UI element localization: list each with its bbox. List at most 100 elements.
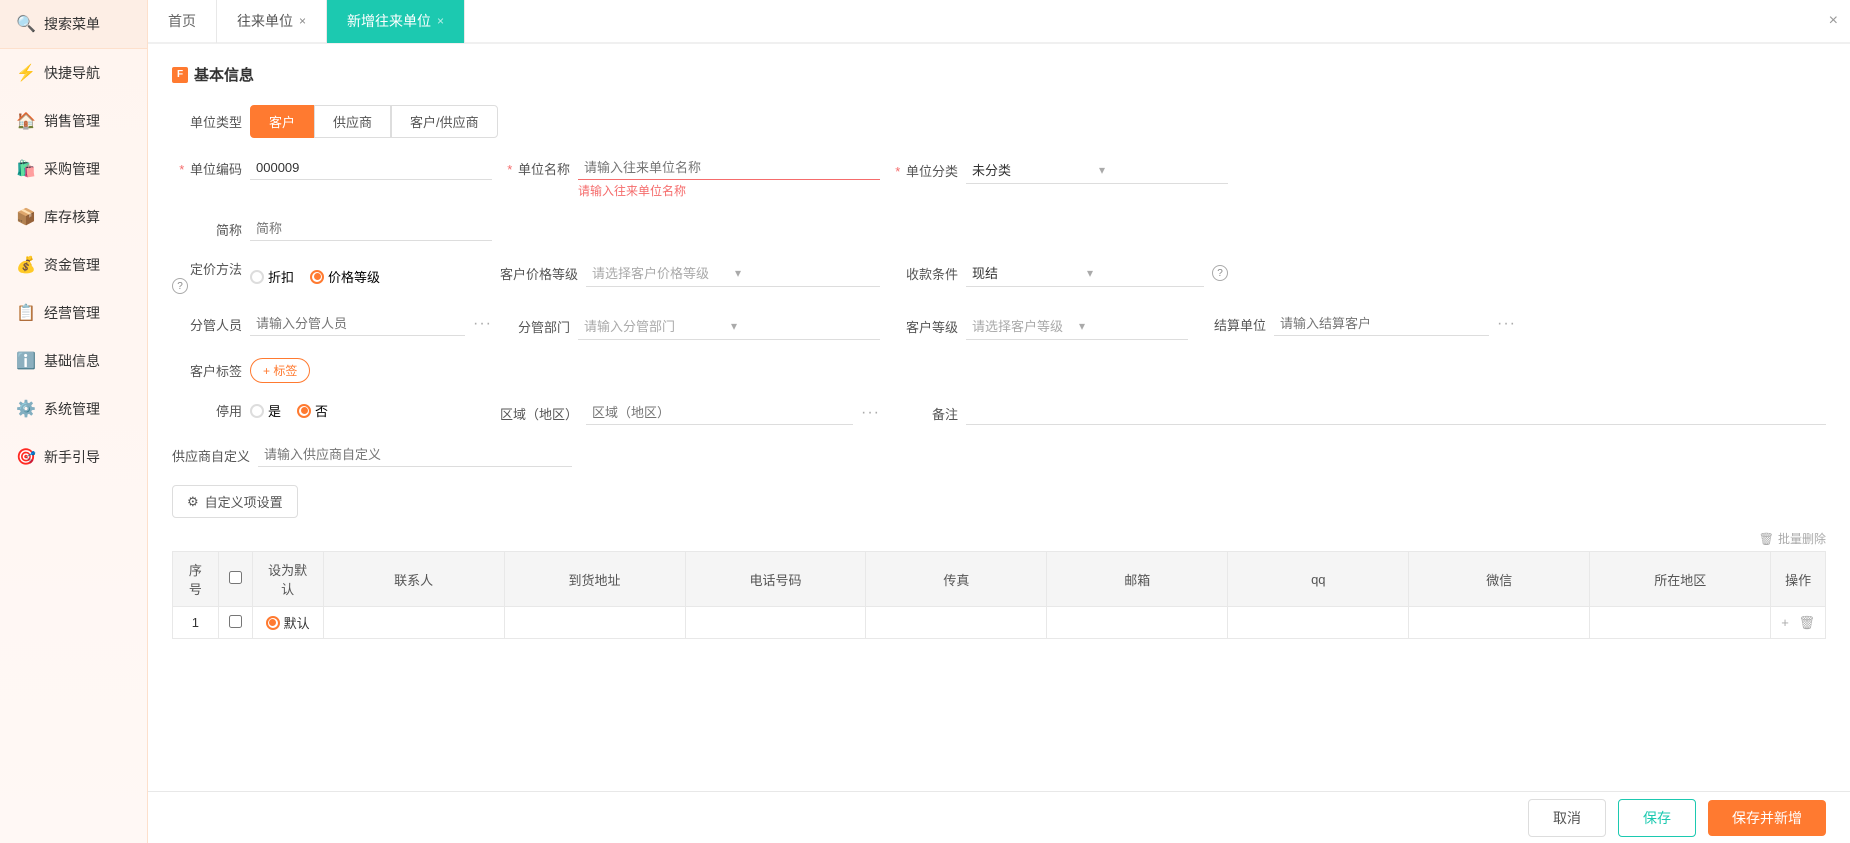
pricing-radio-group: 折扣 价格等级: [250, 267, 380, 286]
sidebar-item-inventory[interactable]: 📦 库存核算: [0, 193, 147, 241]
unit-type-customer[interactable]: 客户: [250, 105, 314, 138]
unit-type-both[interactable]: 客户/供应商: [391, 105, 498, 138]
sidebar-finance-label: 资金管理: [44, 255, 100, 275]
unit-category-select[interactable]: 未分类 ▾: [966, 156, 1228, 184]
manager-input[interactable]: [250, 312, 465, 336]
region-input[interactable]: [586, 401, 853, 425]
supplier-custom-group: 供应商自定义: [172, 443, 572, 467]
save-and-new-button[interactable]: 保存并新增: [1708, 800, 1826, 836]
phone-input[interactable]: [696, 615, 856, 630]
pricing-method-group: 定价方法 ? 折扣 价格等级: [172, 259, 492, 294]
region-more-btn[interactable]: ···: [861, 404, 880, 422]
sidebar-item-guide[interactable]: 🎯 新手引导: [0, 433, 147, 481]
cancel-button[interactable]: 取消: [1528, 799, 1606, 837]
sidebar-inventory-label: 库存核算: [44, 207, 100, 227]
sidebar-item-finance[interactable]: 💰 资金管理: [0, 241, 147, 289]
pricing-discount-radio[interactable]: [250, 270, 264, 284]
sidebar-item-basic-info[interactable]: ℹ️ 基础信息: [0, 337, 147, 385]
pricing-level-radio[interactable]: [310, 270, 324, 284]
batch-delete[interactable]: 🗑 批量删除: [172, 530, 1826, 547]
supplier-custom-input[interactable]: [258, 443, 572, 467]
unit-type-supplier[interactable]: 供应商: [314, 105, 391, 138]
unit-code-input[interactable]: [250, 156, 492, 180]
email-input[interactable]: [1057, 615, 1217, 630]
custom-setting-button[interactable]: ⚙ 自定义项设置: [172, 485, 298, 518]
sidebar-item-quick-nav[interactable]: ⚡ 快捷导航: [0, 49, 147, 97]
row-email-input[interactable]: [1047, 607, 1228, 639]
fax-input[interactable]: [876, 615, 1036, 630]
row-wechat-input[interactable]: [1409, 607, 1590, 639]
sidebar-business-label: 经营管理: [44, 303, 100, 323]
sidebar-system-label: 系统管理: [44, 399, 100, 419]
sidebar-item-business[interactable]: 📋 经营管理: [0, 289, 147, 337]
pricing-option-level[interactable]: 价格等级: [310, 267, 380, 286]
unit-type-group: 单位类型 客户 供应商 客户/供应商: [172, 105, 1826, 138]
delete-icon: 🗑: [1759, 532, 1774, 546]
customer-price-level-select[interactable]: 请选择客户价格等级 ▾: [586, 259, 880, 287]
tab-contacts[interactable]: 往来单位 ×: [217, 0, 327, 43]
customer-level-arrow: ▾: [1079, 319, 1182, 333]
tab-new-contact-close[interactable]: ×: [437, 14, 444, 28]
row-checkbox[interactable]: [218, 607, 252, 639]
manager-more-btn[interactable]: ···: [473, 315, 492, 333]
short-name-label: 简称: [172, 220, 242, 239]
row-default[interactable]: 默认: [252, 607, 323, 639]
tab-home[interactable]: 首页: [148, 0, 217, 43]
close-all-tabs[interactable]: ×: [1829, 12, 1838, 30]
add-tag-button[interactable]: + 标签: [250, 358, 310, 383]
customer-level-select[interactable]: 请选择客户等级 ▾: [966, 312, 1188, 340]
unit-name-wrapper: * 单位名称 请输入往来单位名称: [500, 156, 880, 199]
sidebar-quicknav-label: 快捷导航: [44, 63, 100, 83]
sidebar: 🔍 搜索菜单 ⚡ 快捷导航 🏠 销售管理 🛍️ 采购管理 📦 库存核算 💰 资金…: [0, 0, 148, 843]
wechat-input[interactable]: [1419, 615, 1579, 630]
sidebar-item-sales[interactable]: 🏠 销售管理: [0, 97, 147, 145]
payment-help-icon[interactable]: ?: [1212, 265, 1228, 281]
payment-condition-group: 收款条件 现结 ▾ ?: [888, 259, 1228, 287]
row-default-radio[interactable]: 默认: [263, 613, 313, 632]
row-seq: 1: [173, 607, 219, 639]
main-area: 首页 往来单位 × 新增往来单位 × × F 基本信息 单位类型 客户 供应: [148, 0, 1850, 843]
sidebar-item-search[interactable]: 🔍 搜索菜单: [0, 0, 147, 49]
disabled-yes[interactable]: 是: [250, 401, 281, 420]
settlement-more-btn[interactable]: ···: [1497, 315, 1516, 333]
row-delete-btn[interactable]: 🗑: [1798, 615, 1815, 630]
disabled-yes-radio[interactable]: [250, 404, 264, 418]
payment-condition-select[interactable]: 现结 ▾: [966, 259, 1204, 287]
row-qq-input[interactable]: [1228, 607, 1409, 639]
row-region-input[interactable]: [1600, 615, 1760, 630]
manager-label: 分管人员: [172, 315, 242, 334]
unit-main-row: * 单位编码 * 单位名称 请输入往来单位名称 * 单位分类: [172, 156, 1826, 199]
pricing-option-discount[interactable]: 折扣: [250, 267, 294, 286]
sidebar-guide-label: 新手引导: [44, 447, 100, 467]
row-contact-input[interactable]: [323, 607, 504, 639]
department-select[interactable]: 请输入分管部门 ▾: [578, 312, 880, 340]
search-icon: 🔍: [16, 14, 36, 34]
row-region-input[interactable]: [1590, 607, 1771, 639]
col-phone: 电话号码: [685, 552, 866, 607]
sidebar-item-purchase[interactable]: 🛍️ 采购管理: [0, 145, 147, 193]
save-button[interactable]: 保存: [1618, 799, 1696, 837]
unit-name-input[interactable]: [578, 156, 880, 180]
contact-name-input[interactable]: [334, 615, 494, 630]
row-fax-input[interactable]: [866, 607, 1047, 639]
row-address-input[interactable]: [504, 607, 685, 639]
row-actions: + 🗑: [1771, 607, 1826, 639]
row-select-checkbox[interactable]: [229, 615, 242, 628]
row-add-btn[interactable]: +: [1781, 615, 1789, 630]
disabled-no[interactable]: 否: [297, 401, 328, 420]
address-input[interactable]: [515, 615, 675, 630]
row-phone-input[interactable]: [685, 607, 866, 639]
tab-new-contact[interactable]: 新增往来单位 ×: [327, 0, 465, 43]
department-label: 分管部门: [500, 317, 570, 336]
disabled-no-radio[interactable]: [297, 404, 311, 418]
qq-input[interactable]: [1238, 615, 1398, 630]
select-all-checkbox[interactable]: [229, 571, 242, 584]
short-name-input[interactable]: [250, 217, 492, 241]
sidebar-item-system[interactable]: ⚙️ 系统管理: [0, 385, 147, 433]
pricing-help-icon[interactable]: ?: [172, 278, 188, 294]
settlement-unit-input[interactable]: [1274, 312, 1489, 336]
tab-contacts-close[interactable]: ×: [299, 14, 306, 28]
col-checkbox[interactable]: [218, 552, 252, 607]
tab-home-label: 首页: [168, 11, 196, 31]
remark-input[interactable]: [966, 401, 1826, 425]
